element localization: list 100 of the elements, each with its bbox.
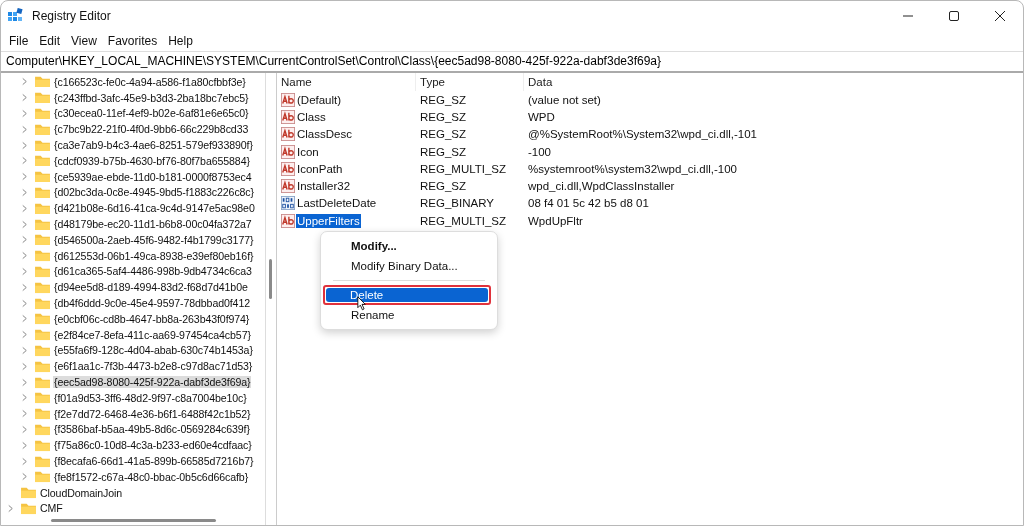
table-cell-text: (value not set)	[527, 93, 602, 106]
menu-item[interactable]: Favorites	[102, 32, 164, 50]
string-value-icon	[281, 127, 295, 142]
tree-item[interactable]: {e55fa6f9-128c-4d04-abab-630c74b1453a}	[53, 344, 254, 357]
tree-item[interactable]: {e6f1aa1c-7f3b-4473-b2e8-c97d8ac71d53}	[53, 360, 254, 373]
value-name[interactable]: LastDeleteDate	[296, 196, 378, 211]
table-cell-text: wpd_ci.dll,WpdClassInstaller	[527, 180, 676, 193]
value-name[interactable]: Installer32	[296, 179, 352, 194]
folder-icon	[34, 438, 51, 452]
column-header[interactable]: Type	[416, 73, 524, 91]
table-cell-text: REG_MULTI_SZ	[419, 214, 508, 227]
folder-icon	[34, 264, 51, 278]
registry-icon	[7, 8, 23, 24]
folder-icon	[34, 343, 51, 357]
string-value-icon	[281, 144, 295, 159]
folder-icon	[20, 501, 37, 515]
tree-item[interactable]: {c166523c-fe0c-4a94-a586-f1a80cfbbf3e}	[53, 75, 247, 88]
value-name[interactable]: ClassDesc	[296, 127, 353, 142]
folder-icon	[20, 486, 37, 500]
folder-icon	[34, 75, 51, 89]
menu-item[interactable]: Edit	[34, 32, 67, 50]
tree-item[interactable]: {c7bc9b22-21f0-4f0d-9bb6-66c229b8cd33	[53, 123, 250, 136]
folder-icon	[34, 249, 51, 263]
tree-item[interactable]: {d48179be-ec20-11d1-b6b8-00c04fa372a7	[53, 218, 253, 231]
folder-icon	[34, 233, 51, 247]
tree-item[interactable]: {f01a9d53-3ff6-48d2-9f97-c8a7004be10c}	[53, 391, 248, 404]
folder-icon	[34, 201, 51, 215]
folder-icon	[34, 138, 51, 152]
table-cell-text: REG_BINARY	[419, 197, 495, 210]
folder-icon	[34, 170, 51, 184]
folder-icon	[34, 122, 51, 136]
table-cell-text: REG_SZ	[419, 180, 467, 193]
table-cell-text: 08 f4 01 5c 42 b5 d8 01	[527, 197, 650, 210]
folder-icon	[34, 422, 51, 436]
folder-icon	[34, 359, 51, 373]
string-value-icon	[281, 92, 295, 107]
menu-item[interactable]: View	[66, 32, 103, 50]
tree-item[interactable]: {d612553d-06b1-49ca-8938-e39ef80eb16f}	[53, 249, 255, 262]
folder-icon	[34, 154, 51, 168]
value-name[interactable]: IconPath	[296, 161, 344, 176]
tree-item[interactable]: {d02bc3da-0c8e-4945-9bd5-f1883c226c8c}	[53, 186, 255, 199]
folder-icon	[34, 375, 51, 389]
tree-item[interactable]: CloudDomainJoin	[39, 486, 124, 499]
table-cell-text: REG_MULTI_SZ	[419, 162, 508, 175]
menu-item[interactable]: Help	[163, 32, 199, 50]
address-bar[interactable]: Computer\HKEY_LOCAL_MACHINE\SYSTEM\CurrentControlSet\Control\Class\{eec5ad98-8080-425f-922a-dabf3de3f69a}	[1, 51, 1023, 73]
menu-item[interactable]: File	[4, 32, 35, 50]
folder-icon	[34, 407, 51, 421]
folder-icon	[34, 328, 51, 342]
tree-item[interactable]: {d546500a-2aeb-45f6-9482-f4b1799c3177}	[53, 233, 255, 246]
string-value-icon	[281, 109, 295, 124]
string-value-icon	[281, 179, 295, 194]
table-cell-text: REG_SZ	[419, 110, 467, 123]
column-header[interactable]: Name	[277, 73, 416, 91]
string-value-icon	[281, 213, 295, 228]
tree-item[interactable]: {f8ecafa6-66d1-41a5-899b-66585d7216b7}	[53, 455, 255, 467]
tree-item[interactable]: {d94ee5d8-d189-4994-83d2-f68d7d41b0e	[53, 281, 249, 294]
tree-item[interactable]: CMF	[39, 502, 64, 515]
tree-item[interactable]: {f3586baf-b5aa-49b5-8d6c-0569284c639f}	[53, 423, 251, 436]
folder-icon	[34, 470, 51, 484]
table-cell-text: %systemroot%\system32\wpd_ci.dll,-100	[527, 162, 738, 175]
tree-item[interactable]: {cdcf0939-b75b-4630-bf76-80f7ba655884}	[53, 154, 251, 167]
menu-item[interactable]: Modify Binary Data...	[325, 257, 493, 275]
value-name[interactable]: Icon	[296, 144, 320, 159]
folder-icon	[34, 454, 51, 468]
string-value-icon	[281, 161, 295, 176]
folder-icon	[34, 296, 51, 310]
table-cell-text: REG_SZ	[419, 93, 467, 106]
table-cell-text: @%SystemRoot%\System32\wpd_ci.dll,-101	[527, 128, 758, 141]
menu-item[interactable]: Rename	[325, 306, 493, 324]
scrollbar-thumb[interactable]	[50, 518, 216, 522]
table-cell-text: WPD	[527, 110, 556, 123]
folder-icon	[34, 312, 51, 326]
tree-item[interactable]: {ce5939ae-ebde-11d0-b181-0000f8753ec4	[53, 170, 253, 183]
value-name[interactable]: Class	[296, 109, 327, 124]
tree-item[interactable]: {f75a86c0-10d8-4c3a-b233-ed60e4cdfaac}	[53, 439, 253, 452]
folder-icon	[34, 185, 51, 199]
value-name[interactable]: UpperFilters	[296, 213, 361, 228]
menu-item[interactable]: Delete	[326, 288, 488, 302]
tree-item[interactable]: {fe8f1572-c67a-48c0-bbac-0b5c6d66cafb}	[53, 470, 250, 483]
tree-item[interactable]: {e2f84ce7-8efa-411c-aa69-97454ca4cb57}	[53, 328, 252, 341]
binary-value-icon	[281, 196, 295, 211]
tree-item[interactable]: {d61ca365-5af4-4486-998b-9db4734c6ca3	[53, 265, 253, 278]
table-cell-text: REG_SZ	[419, 128, 467, 141]
folder-icon	[34, 391, 51, 405]
table-cell-text: -100	[527, 145, 553, 158]
tree-item[interactable]: {d421b08e-6d16-41ca-9c4d-9147e5ac98e0	[53, 202, 256, 215]
tree-item[interactable]: {ca3e7ab9-b4c3-4ae6-8251-579ef933890f}	[53, 139, 254, 152]
folder-icon	[34, 91, 51, 105]
table-cell-text: REG_SZ	[419, 145, 467, 158]
tree-item[interactable]: {eec5ad98-8080-425f-922a-dabf3de3f69a}	[53, 376, 252, 389]
column-header[interactable]: Data	[524, 73, 1023, 91]
tree-item[interactable]: {f2e7dd72-6468-4e36-b6f1-6488f42c1b52}	[53, 407, 252, 420]
tree-item[interactable]: {c243ffbd-3afc-45e9-b3d3-2ba18bc7ebc5}	[53, 91, 250, 104]
value-name[interactable]: (Default)	[296, 92, 343, 107]
tree-item[interactable]: {c30ecea0-11ef-4ef9-b02e-6af81e6e65c0}	[53, 107, 250, 120]
scrollbar-thumb[interactable]	[269, 259, 272, 299]
menu-item[interactable]: Modify...	[325, 237, 493, 255]
tree-item[interactable]: {e0cbf06c-cd8b-4647-bb8a-263b43f0f974}	[53, 312, 251, 325]
tree-item[interactable]: {db4f6ddd-9c0e-45e4-9597-78dbbad0f412	[53, 297, 251, 310]
